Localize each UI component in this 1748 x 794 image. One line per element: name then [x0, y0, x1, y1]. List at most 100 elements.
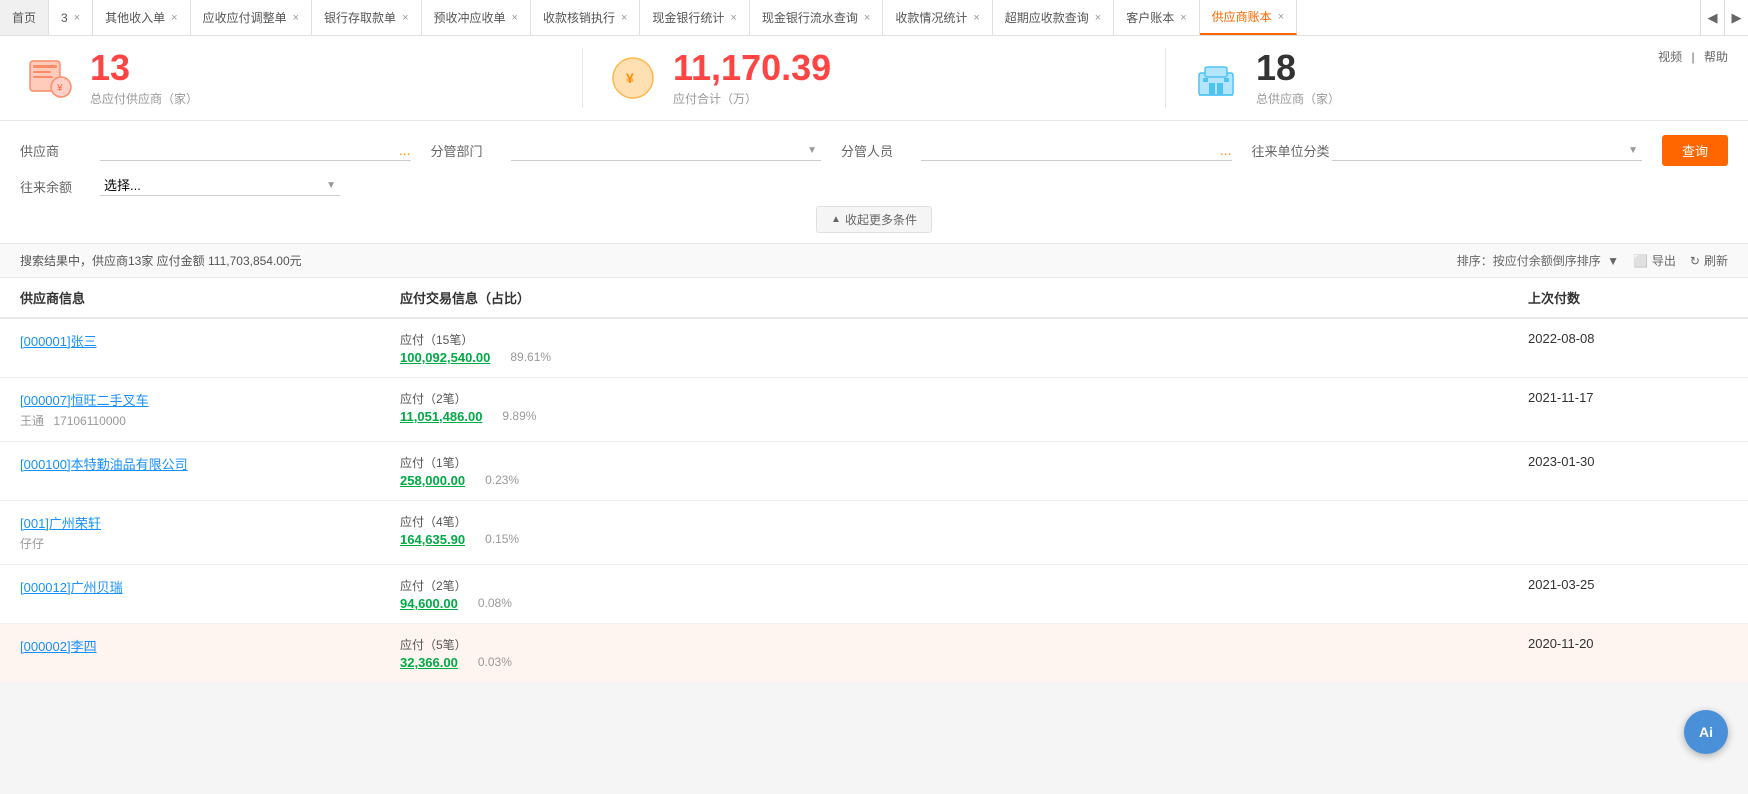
- supplier-label: 供应商: [20, 141, 100, 160]
- close-icon[interactable]: ×: [730, 12, 736, 24]
- supplier-info-cell: [000012]广州贝瑞: [20, 577, 400, 596]
- chevron-down-icon-2: ▼: [1628, 145, 1638, 156]
- stat-divider-2: [1165, 48, 1166, 108]
- ap-total-icon: ¥: [603, 48, 663, 108]
- nav-tab-cash-flow-label: 现金银行流水查询: [762, 9, 858, 26]
- supplier-contact: 仔仔: [20, 535, 400, 552]
- result-text: 搜索结果中，供应商13家 应付金额 111,703,854.00元: [20, 252, 302, 269]
- nav-tab-ar-ap-adjust[interactable]: 应收应付调整单 ×: [191, 0, 312, 35]
- dept-select[interactable]: [515, 143, 818, 158]
- person-ellipsis[interactable]: ...: [1220, 142, 1232, 158]
- close-icon[interactable]: ×: [1095, 12, 1101, 24]
- svg-text:¥: ¥: [626, 70, 634, 86]
- stat-block-suppliers-payable: ¥ 13 总应付供应商（家）: [20, 48, 562, 108]
- ai-button[interactable]: Ai: [1684, 710, 1728, 754]
- table-container: 供应商信息 应付交易信息（占比） 上次付数 [000001]张三 应付（15笔）…: [0, 278, 1748, 682]
- supplier-info-cell: [000100]本特勤油品有限公司: [20, 454, 400, 473]
- supplier-info-cell: [001]广州荣轩 仔仔: [20, 513, 400, 552]
- balance-select[interactable]: 选择...: [104, 178, 336, 193]
- person-input-wrap: ...: [921, 140, 1232, 161]
- dept-label: 分管部门: [431, 141, 511, 160]
- close-icon[interactable]: ×: [171, 12, 177, 24]
- close-icon[interactable]: ×: [74, 12, 80, 24]
- export-button[interactable]: ⬜ 导出: [1633, 252, 1676, 269]
- nav-prev-button[interactable]: ◀: [1700, 0, 1724, 36]
- transaction-info-cell: 应付（2笔） 94,600.00 0.08%: [400, 577, 1528, 611]
- transaction-label: 应付（15笔）: [400, 331, 1528, 348]
- stat-number-total-suppliers: 18: [1256, 50, 1340, 86]
- stat-info-total-suppliers: 18 总供应商（家）: [1256, 50, 1340, 107]
- total-suppliers-icon: [1186, 48, 1246, 108]
- nav-tab-bank-deposit-label: 银行存取款单: [324, 9, 396, 26]
- supplier-name-link[interactable]: [000012]广州贝瑞: [20, 577, 400, 596]
- close-icon[interactable]: ×: [402, 12, 408, 24]
- supplier-input[interactable]: [100, 143, 399, 158]
- table-row: [000100]本特勤油品有限公司 应付（1笔） 258,000.00 0.23…: [0, 442, 1748, 501]
- supplier-name-link[interactable]: [000100]本特勤油品有限公司: [20, 454, 400, 473]
- nav-tab-customer-ledger[interactable]: 客户账本 ×: [1114, 0, 1199, 35]
- supplier-name-link[interactable]: [001]广州荣轩: [20, 513, 400, 532]
- close-icon[interactable]: ×: [512, 12, 518, 24]
- nav-tab-overdue-ar[interactable]: 超期应收款查询 ×: [993, 0, 1114, 35]
- transaction-amount[interactable]: 32,366.00: [400, 655, 458, 670]
- nav-tab-other-income[interactable]: 其他收入单 ×: [93, 0, 190, 35]
- sort-chevron-icon: ▼: [1607, 254, 1619, 268]
- nav-tab-bank-deposit[interactable]: 银行存取款单 ×: [312, 0, 421, 35]
- supplier-ellipsis[interactable]: ...: [399, 142, 411, 158]
- transaction-info-cell: 应付（5笔） 32,366.00 0.03%: [400, 636, 1528, 670]
- person-label: 分管人员: [841, 141, 921, 160]
- result-bar-right: 排序：按应付余额倒序排序 ▼ ⬜ 导出 ↻ 刷新: [1457, 252, 1728, 269]
- close-icon[interactable]: ×: [1278, 11, 1284, 23]
- nav-tab-3[interactable]: 3 ×: [49, 0, 93, 35]
- sort-label[interactable]: 排序：按应付余额倒序排序 ▼: [1457, 252, 1619, 269]
- help-link[interactable]: 帮助: [1704, 50, 1728, 64]
- transaction-percent: 0.03%: [478, 655, 512, 669]
- search-field-balance: 往来余额 选择... ▼: [20, 176, 340, 196]
- nav-tab-cash-flow[interactable]: 现金银行流水查询 ×: [750, 0, 883, 35]
- supplier-name-link[interactable]: [000002]李四: [20, 636, 400, 655]
- transaction-amount[interactable]: 11,051,486.00: [400, 409, 482, 424]
- nav-tab-advance-offset[interactable]: 预收冲应收单 ×: [422, 0, 531, 35]
- supplier-info-cell: [000007]恒旺二手叉车 王通 17106110000: [20, 390, 400, 429]
- nav-next-button[interactable]: ▶: [1724, 0, 1748, 36]
- nav-tab-cash-stats[interactable]: 现金银行统计 ×: [640, 0, 749, 35]
- table-header: 供应商信息 应付交易信息（占比） 上次付数: [0, 278, 1748, 319]
- search-button[interactable]: 查询: [1662, 135, 1728, 166]
- unit-class-label: 往来单位分类: [1252, 141, 1332, 160]
- nav-tab-receipt-stats[interactable]: 收款情况统计 ×: [883, 0, 992, 35]
- last-payment-cell: 2023-01-30: [1528, 454, 1728, 469]
- close-icon[interactable]: ×: [973, 12, 979, 24]
- nav-tab-home[interactable]: 首页: [0, 0, 49, 35]
- video-link[interactable]: 视频: [1658, 50, 1682, 64]
- supplier-name-link[interactable]: [000007]恒旺二手叉车: [20, 390, 400, 409]
- nav-tab-payment-exec[interactable]: 收款核销执行 ×: [531, 0, 640, 35]
- contact-name: 王通: [20, 414, 44, 428]
- collapse-button[interactable]: ▲ 收起更多条件: [816, 206, 932, 233]
- nav-tab-supplier-ledger[interactable]: 供应商账本 ×: [1200, 0, 1297, 35]
- close-icon[interactable]: ×: [864, 12, 870, 24]
- refresh-icon: ↻: [1690, 254, 1700, 268]
- table-row: [000001]张三 应付（15笔） 100,092,540.00 89.61%…: [0, 319, 1748, 378]
- close-icon[interactable]: ×: [1180, 12, 1186, 24]
- transaction-amount[interactable]: 258,000.00: [400, 473, 465, 488]
- close-icon[interactable]: ×: [293, 12, 299, 24]
- refresh-button[interactable]: ↻ 刷新: [1690, 252, 1728, 269]
- supplier-name-link[interactable]: [000001]张三: [20, 331, 400, 350]
- search-field-person: 分管人员 ...: [841, 140, 1232, 161]
- transaction-percent: 0.08%: [478, 596, 512, 610]
- collapse-label: 收起更多条件: [845, 211, 917, 228]
- transaction-amount[interactable]: 100,092,540.00: [400, 350, 490, 365]
- table-row: [001]广州荣轩 仔仔 应付（4笔） 164,635.90 0.15%: [0, 501, 1748, 565]
- close-icon[interactable]: ×: [621, 12, 627, 24]
- balance-select-wrap: 选择... ▼: [100, 176, 340, 196]
- nav-tab-supplier-ledger-label: 供应商账本: [1212, 8, 1272, 25]
- transaction-info-cell: 应付（2笔） 11,051,486.00 9.89%: [400, 390, 1528, 424]
- search-field-dept: 分管部门 ▼: [431, 141, 822, 161]
- transaction-amount[interactable]: 164,635.90: [400, 532, 465, 547]
- transaction-amount[interactable]: 94,600.00: [400, 596, 458, 611]
- stat-divider-1: [582, 48, 583, 108]
- transaction-label: 应付（2笔）: [400, 577, 1528, 594]
- col-header-last-payment: 上次付数: [1528, 288, 1728, 307]
- unit-class-select[interactable]: [1336, 143, 1639, 158]
- person-input[interactable]: [921, 143, 1220, 158]
